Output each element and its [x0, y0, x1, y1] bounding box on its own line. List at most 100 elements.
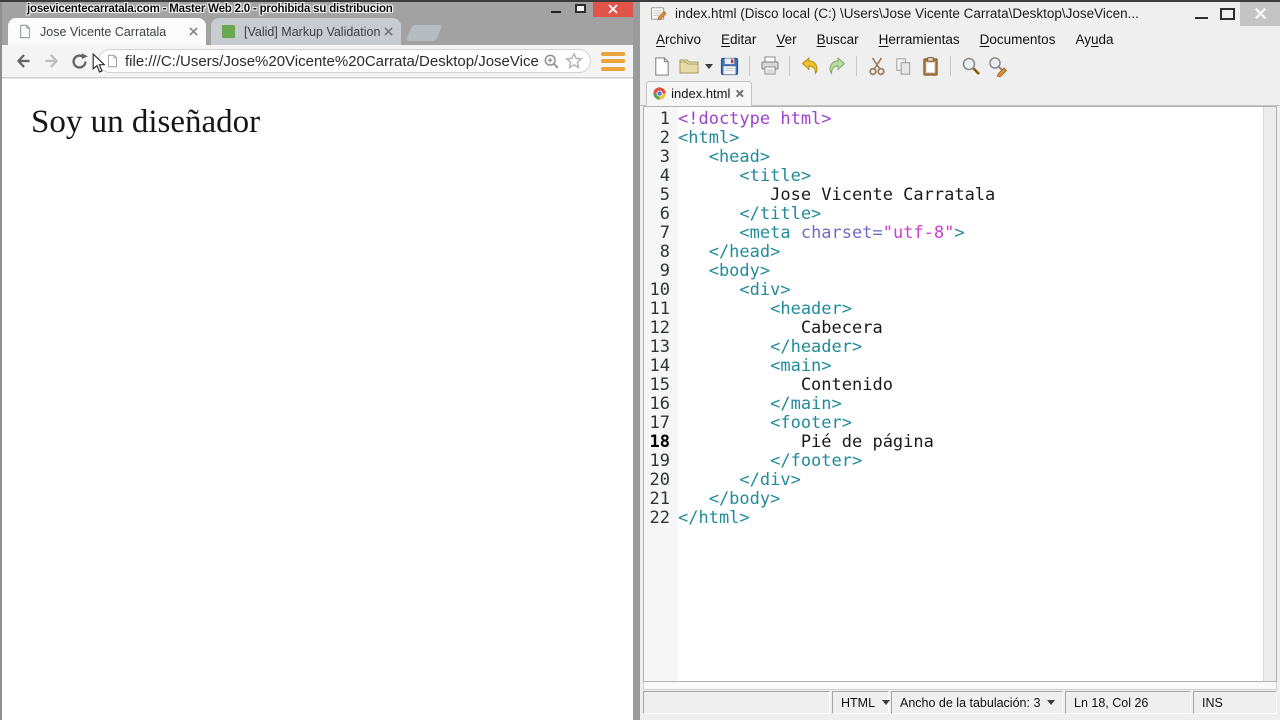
- insert-mode-indicator[interactable]: INS: [1193, 691, 1277, 714]
- redo-icon: [829, 57, 845, 75]
- search-replace-icon: [988, 57, 1007, 77]
- new-tab-button[interactable]: [405, 25, 443, 41]
- cut-button[interactable]: [863, 53, 890, 80]
- undo-button[interactable]: [796, 53, 823, 80]
- tab-markup-validation[interactable]: [Valid] Markup Validation: [211, 18, 401, 45]
- tab-close-icon[interactable]: [384, 27, 393, 36]
- tab-close-icon[interactable]: [189, 27, 198, 36]
- back-button[interactable]: [10, 48, 36, 74]
- copy-button[interactable]: [890, 53, 917, 80]
- language-selector[interactable]: HTML: [832, 691, 891, 714]
- code-line: 5 Jose Vicente Carratala: [644, 186, 1276, 205]
- search-button[interactable]: [957, 53, 984, 80]
- back-icon: [16, 54, 29, 68]
- document-tab-close-icon[interactable]: [735, 88, 745, 99]
- new-file-icon: [655, 56, 669, 76]
- editor-toolbar: [640, 51, 1280, 81]
- bookmark-star-icon[interactable]: [565, 52, 583, 70]
- window-title: index.html (Disco local (C:) \Users\Jose…: [675, 6, 1139, 21]
- editor-minimize-button[interactable]: [1188, 3, 1214, 25]
- chrome-menu-button[interactable]: [601, 51, 625, 71]
- open-recent-dropdown[interactable]: [702, 53, 716, 80]
- menu-editar[interactable]: Editar: [711, 29, 766, 50]
- browser-window: josevicentecarratala.com - Master Web 2.…: [0, 0, 640, 720]
- line-number: 3: [659, 147, 670, 167]
- screen-top-border: [0, 0, 1280, 2]
- code-editor[interactable]: 1 <!doctype html> 2 <html> 3 <head> 4 <title>…: [643, 106, 1277, 682]
- line-number: 16: [649, 394, 670, 414]
- reload-button[interactable]: [66, 48, 92, 74]
- line-number: 1: [659, 109, 670, 129]
- line-number: 14: [649, 356, 670, 376]
- save-floppy-icon: [720, 57, 739, 75]
- reload-icon: [71, 52, 88, 69]
- code-line: 3 <head>: [644, 148, 1276, 167]
- code-line: 18 Pié de página: [644, 433, 1276, 452]
- editor-window-controls: [1188, 1, 1280, 26]
- toolbar-separator: [856, 56, 857, 76]
- line-number: 21: [649, 489, 670, 509]
- code-line: 20 </div>: [644, 471, 1276, 490]
- search-replace-button[interactable]: [984, 53, 1011, 80]
- line-number: 19: [649, 451, 670, 471]
- url-text[interactable]: file:///C:/Users/Jose%20Vicente%20Carrat…: [125, 53, 539, 70]
- menu-archivo[interactable]: Archivo: [646, 29, 711, 50]
- gedit-app-icon: [650, 7, 667, 21]
- editor-close-button[interactable]: [1240, 1, 1280, 26]
- vertical-scrollbar[interactable]: [1263, 107, 1276, 681]
- paste-clipboard-icon: [923, 56, 938, 76]
- new-file-button[interactable]: [648, 53, 675, 80]
- tab-jose-vicente-carratala[interactable]: Jose Vicente Carratala: [8, 18, 206, 45]
- line-number: 18: [649, 432, 670, 452]
- close-icon: [608, 3, 618, 14]
- code-line: 2 <html>: [644, 129, 1276, 148]
- mouse-cursor: [92, 53, 106, 73]
- chevron-down-icon: [1047, 700, 1056, 705]
- menu-documentos[interactable]: Documentos: [970, 29, 1066, 50]
- print-button[interactable]: [756, 53, 783, 80]
- code-line: 19 </footer>: [644, 452, 1276, 471]
- zoom-in-icon[interactable]: [543, 53, 560, 70]
- browser-window-controls: [543, 0, 633, 17]
- menu-ayuda[interactable]: Ayuda: [1065, 29, 1123, 50]
- paste-button[interactable]: [917, 53, 944, 80]
- line-number: 13: [649, 337, 670, 357]
- browser-window-left-edge: [0, 0, 2, 720]
- line-number: 22: [649, 508, 670, 528]
- code-line: 13 </header>: [644, 338, 1276, 357]
- validator-favicon-icon: [221, 24, 236, 39]
- status-message-area: [643, 691, 830, 714]
- chrome-favicon-icon: [653, 87, 666, 100]
- code-line: 9 <body>: [644, 262, 1276, 281]
- cursor-position: Ln 18, Col 26: [1065, 691, 1191, 714]
- code-line: 7 <meta charset="utf-8">: [644, 224, 1276, 243]
- page-icon: [107, 54, 118, 68]
- menu-ver[interactable]: Ver: [766, 29, 806, 50]
- forward-icon: [45, 54, 58, 68]
- redo-button[interactable]: [823, 53, 850, 80]
- menu-buscar[interactable]: Buscar: [807, 29, 869, 50]
- document-tab-index-html[interactable]: index.html: [646, 81, 752, 106]
- save-button[interactable]: [716, 53, 743, 80]
- browser-minimize-button[interactable]: [543, 0, 568, 17]
- horizontal-scrollbar[interactable]: [643, 682, 1277, 690]
- page-favicon-icon: [20, 24, 30, 39]
- browser-window-right-edge: [633, 0, 640, 720]
- page-heading: Soy un diseñador: [31, 104, 261, 140]
- menu-herramientas[interactable]: Herramientas: [869, 29, 970, 50]
- editor-maximize-button[interactable]: [1214, 3, 1240, 25]
- tab-width-selector[interactable]: Ancho de la tabulación: 3: [891, 691, 1063, 714]
- code-line: 22 </html>: [644, 509, 1276, 528]
- minimize-icon: [1194, 16, 1208, 19]
- code-line: 15 Contenido: [644, 376, 1276, 395]
- forward-button[interactable]: [38, 48, 64, 74]
- open-file-button[interactable]: [675, 53, 702, 80]
- code-line: 14 <main>: [644, 357, 1276, 376]
- hamburger-icon: [601, 51, 625, 56]
- omnibox-url-bar[interactable]: file:///C:/Users/Jose%20Vicente%20Carrat…: [98, 49, 591, 73]
- search-icon: [962, 57, 980, 75]
- browser-maximize-button[interactable]: [568, 0, 593, 17]
- browser-close-button[interactable]: [593, 0, 633, 17]
- code-line: 8 </head>: [644, 243, 1276, 262]
- browser-toolbar: file:///C:/Users/Jose%20Vicente%20Carrat…: [2, 45, 633, 78]
